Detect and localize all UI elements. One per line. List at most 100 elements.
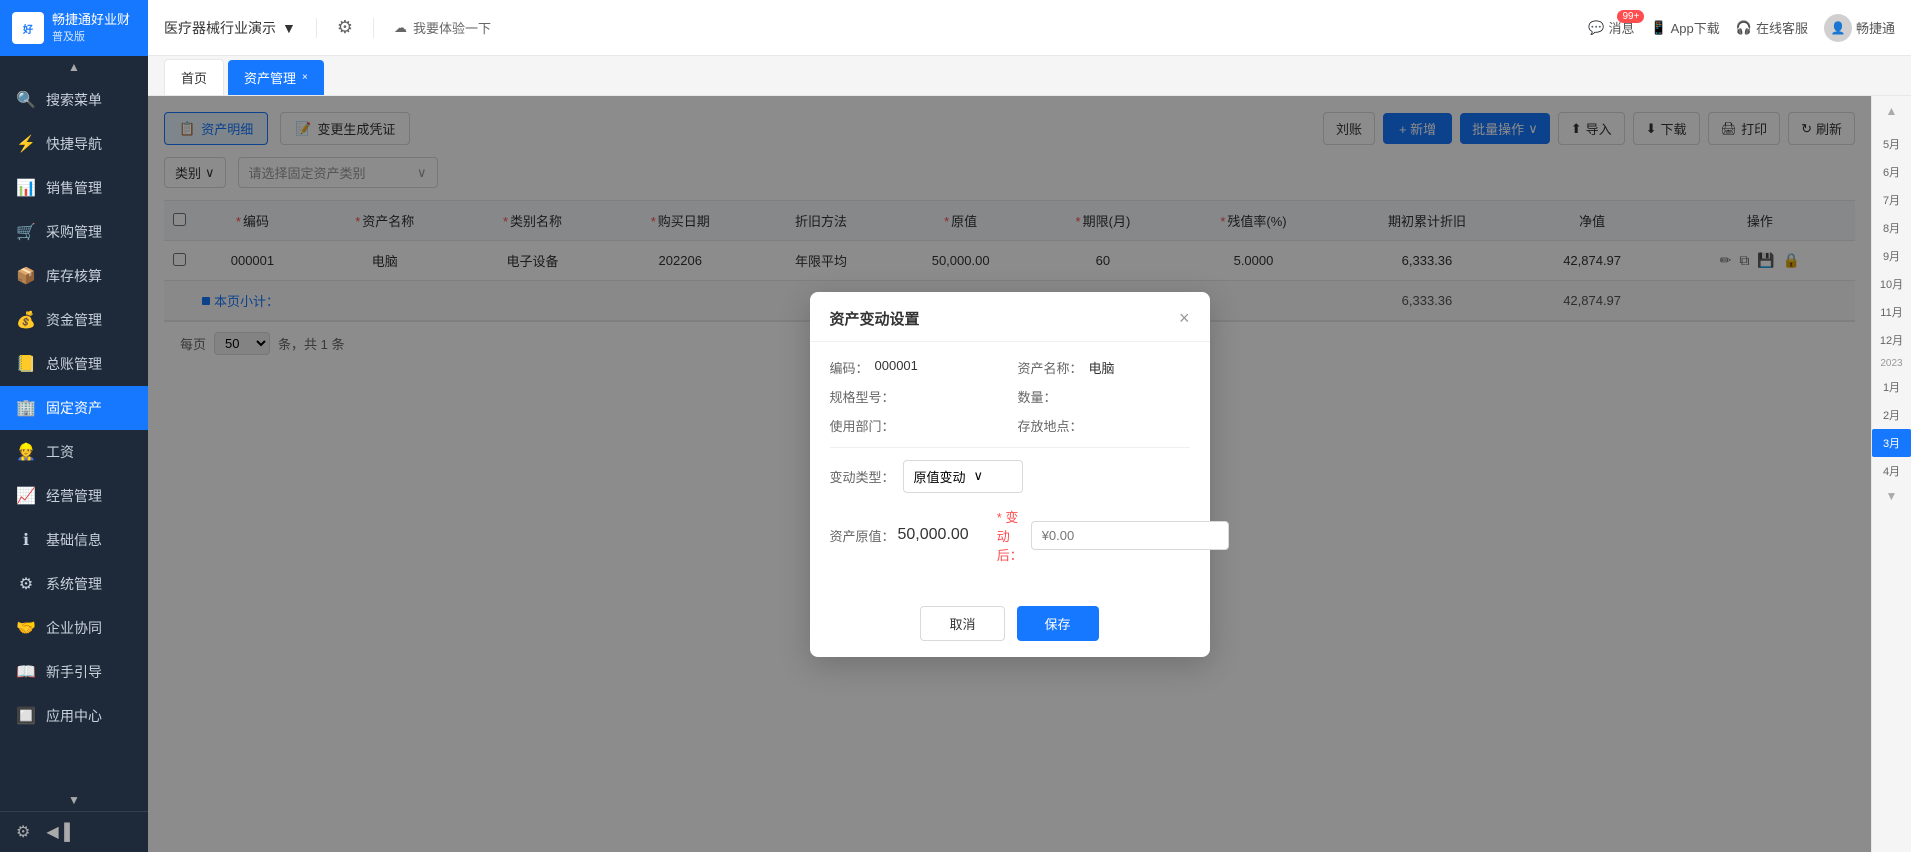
topbar: 医疗器械行业演示 ▼ ⚙ ☁ 我要体验一下 💬 消息 99+ 📱 App下载 🎧… <box>148 0 1911 56</box>
sidebar-item-sales[interactable]: 📊 销售管理 <box>0 166 148 210</box>
sidebar: 好 畅捷通好业财 普及版 ▲ 🔍 搜索菜单 ⚡ 快捷导航 📊 销售管理 🛒 采购… <box>0 0 148 852</box>
tab-home[interactable]: 首页 <box>164 59 224 95</box>
basicinfo-icon: ℹ <box>16 530 36 550</box>
year-label-prev <box>1890 122 1894 130</box>
change-type-label: 变动类型： <box>830 467 895 486</box>
user-btn[interactable]: 👤 畅捷通 <box>1824 14 1895 42</box>
sidebar-item-collab[interactable]: 🤝 企业协同 <box>0 606 148 650</box>
sidebar-item-basicinfo[interactable]: ℹ 基础信息 <box>0 518 148 562</box>
sidebar-scroll-up[interactable]: ▲ <box>0 56 148 78</box>
topbar-settings-icon[interactable]: ⚙ <box>337 17 353 38</box>
sidebar-item-label: 快捷导航 <box>46 134 102 154</box>
sidebar-item-quicknav[interactable]: ⚡ 快捷导航 <box>0 122 148 166</box>
sidebar-item-finance[interactable]: 💰 资金管理 <box>0 298 148 342</box>
modal-info-row-2: 规格型号： 数量： <box>830 387 1190 406</box>
modal-overlay: 资产变动设置 × 编码： 000001 资产名称： 电脑 <box>148 96 1871 852</box>
sidebar-item-label: 经营管理 <box>46 486 102 506</box>
inventory-icon: 📦 <box>16 266 36 286</box>
sales-icon: 📊 <box>16 178 36 198</box>
cancel-btn[interactable]: 取消 <box>920 606 1004 641</box>
month-2023-4[interactable]: 4月 <box>1872 457 1911 485</box>
tab-asset-management[interactable]: 资产管理 × <box>228 60 324 95</box>
sidebar-item-label: 采购管理 <box>46 222 102 242</box>
month-8[interactable]: 8月 <box>1872 214 1911 242</box>
month-7[interactable]: 7月 <box>1872 186 1911 214</box>
original-value-display: 50,000.00 <box>898 526 969 544</box>
sidebar-item-inventory[interactable]: 📦 库存核算 <box>0 254 148 298</box>
month-12[interactable]: 12月 <box>1872 326 1911 354</box>
sidebar-item-label: 企业协同 <box>46 618 102 638</box>
sidebar-item-ledger[interactable]: 📒 总账管理 <box>0 342 148 386</box>
collapse-icon[interactable]: ◀▐ <box>46 822 70 842</box>
messages-btn[interactable]: 💬 消息 99+ <box>1588 18 1634 37</box>
service-btn[interactable]: 🎧 在线客服 <box>1736 18 1808 37</box>
modal-info-row-3: 使用部门： 存放地点： <box>830 416 1190 435</box>
month-10[interactable]: 10月 <box>1872 270 1911 298</box>
month-5[interactable]: 5月 <box>1872 130 1911 158</box>
system-icon: ⚙ <box>16 574 36 594</box>
month-2023-3[interactable]: 3月 <box>1872 429 1911 457</box>
sidebar-item-label: 固定资产 <box>46 398 102 418</box>
guide-icon: 📖 <box>16 662 36 682</box>
modal-dept-label: 使用部门： <box>830 416 895 435</box>
tabbar: 首页 资产管理 × <box>148 56 1911 96</box>
app-download-btn[interactable]: 📱 App下载 <box>1650 18 1719 37</box>
after-change-input[interactable] <box>1031 521 1229 550</box>
topbar-divider2 <box>373 18 374 38</box>
month-6[interactable]: 6月 <box>1872 158 1911 186</box>
sidebar-item-payroll[interactable]: 👷 工资 <box>0 430 148 474</box>
sidebar-item-label: 销售管理 <box>46 178 102 198</box>
sidebar-item-system[interactable]: ⚙ 系统管理 <box>0 562 148 606</box>
sidebar-item-label: 资金管理 <box>46 310 102 330</box>
original-value-label: 资产原值： <box>830 526 890 545</box>
topbar-divider <box>316 18 317 38</box>
management-icon: 📈 <box>16 486 36 506</box>
page-content: 📋 资产明细 📝 变更生成凭证 刘账 + 新增 批量操作 <box>148 96 1871 852</box>
modal-code-label: 编码： <box>830 358 869 377</box>
modal-change-type-row: 变动类型： 原值变动 ∨ <box>830 460 1190 493</box>
sidebar-item-fixed-assets[interactable]: 🏢 固定资产 <box>0 386 148 430</box>
sidebar-item-label: 库存核算 <box>46 266 102 286</box>
fixed-assets-icon: 🏢 <box>16 398 36 418</box>
month-11[interactable]: 11月 <box>1872 298 1911 326</box>
change-type-chevron-icon: ∨ <box>974 468 984 484</box>
right-panel-scroll-down[interactable]: ▼ <box>1882 485 1902 507</box>
sidebar-logo: 好 畅捷通好业财 普及版 <box>0 0 148 56</box>
right-panel-scroll-up[interactable]: ▲ <box>1882 100 1902 122</box>
save-btn[interactable]: 保存 <box>1017 606 1099 641</box>
modal-quantity-item: 数量： <box>1018 387 1190 406</box>
sidebar-item-guide[interactable]: 📖 新手引导 <box>0 650 148 694</box>
modal-info-row-1: 编码： 000001 资产名称： 电脑 <box>830 358 1190 377</box>
sidebar-item-label: 系统管理 <box>46 574 102 594</box>
month-2023-2[interactable]: 2月 <box>1872 401 1911 429</box>
modal-location-label: 存放地点： <box>1018 416 1083 435</box>
modal-close-btn[interactable]: × <box>1179 308 1190 329</box>
logo-icon: 好 <box>12 12 44 44</box>
sidebar-item-label: 工资 <box>46 442 74 462</box>
messages-badge: 99+ <box>1617 10 1644 23</box>
change-type-select[interactable]: 原值变动 ∨ <box>903 460 1023 493</box>
modal-body: 编码： 000001 资产名称： 电脑 规格型号： <box>810 342 1210 594</box>
sidebar-item-apps[interactable]: 🔲 应用中心 <box>0 694 148 738</box>
settings-bottom-icon[interactable]: ⚙ <box>16 822 30 842</box>
sidebar-scroll-down[interactable]: ▼ <box>0 789 148 811</box>
service-icon: 🎧 <box>1736 20 1752 36</box>
sidebar-item-label: 搜索菜单 <box>46 90 102 110</box>
search-icon: 🔍 <box>16 90 36 110</box>
logo-text: 畅捷通好业财 普及版 <box>52 12 130 45</box>
finance-icon: 💰 <box>16 310 36 330</box>
user-name: 畅捷通 <box>1856 18 1895 37</box>
after-change-label: * 变动后： <box>997 507 1023 564</box>
sidebar-item-search[interactable]: 🔍 搜索菜单 <box>0 78 148 122</box>
sidebar-item-management[interactable]: 📈 经营管理 <box>0 474 148 518</box>
company-selector[interactable]: 医疗器械行业演示 ▼ <box>164 18 296 38</box>
month-9[interactable]: 9月 <box>1872 242 1911 270</box>
modal-dept-item: 使用部门： <box>830 416 1002 435</box>
sidebar-item-label: 总账管理 <box>46 354 102 374</box>
right-panel: ▲ 5月 6月 7月 8月 9月 10月 11月 12月 2023 1月 2月 … <box>1871 96 1911 852</box>
modal-code-item: 编码： 000001 <box>830 358 1002 377</box>
sidebar-item-purchase[interactable]: 🛒 采购管理 <box>0 210 148 254</box>
tab-close-icon[interactable]: × <box>302 72 308 83</box>
experience-btn[interactable]: ☁ 我要体验一下 <box>394 18 491 37</box>
month-2023-1[interactable]: 1月 <box>1872 373 1911 401</box>
